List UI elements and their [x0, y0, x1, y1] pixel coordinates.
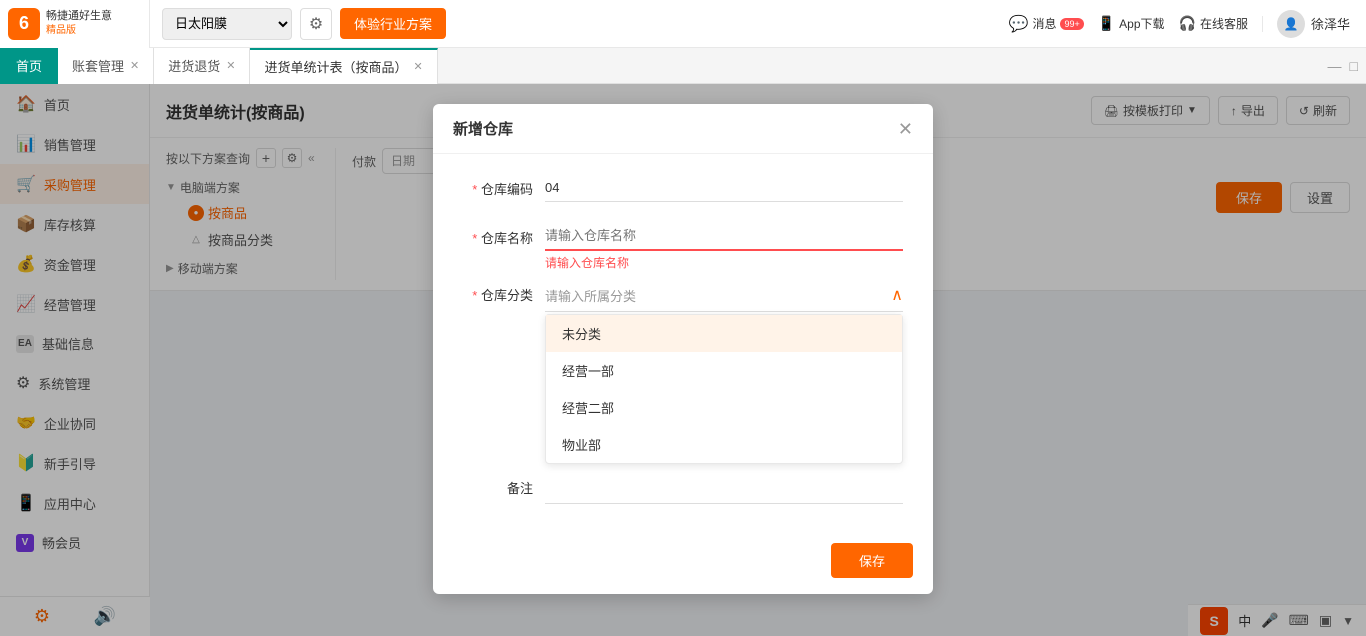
form-row-name: * 仓库名称 请输入仓库名称 [463, 222, 903, 271]
modal-footer: 保存 [433, 533, 933, 594]
logo-text: 畅捷通好生意 精品版 [46, 9, 112, 38]
chevron-up-icon: ∧ [891, 285, 903, 305]
notification-badge: 99+ [1060, 18, 1083, 30]
code-input[interactable] [545, 174, 903, 202]
tab-purchase-return-close[interactable]: ✕ [226, 59, 235, 72]
tab-purchase-return[interactable]: 进货退货 ✕ [154, 48, 250, 84]
notification-label: 消息 [1032, 15, 1056, 32]
dropdown-item-dept1[interactable]: 经营一部 [546, 352, 902, 389]
note-textarea[interactable] [545, 472, 903, 504]
tab-accounts[interactable]: 账套管理 ✕ [58, 48, 154, 84]
home-tab-label: 首页 [16, 56, 42, 75]
user-area[interactable]: 👤 徐泽华 [1277, 10, 1350, 38]
avatar: 👤 [1277, 10, 1305, 38]
modal: 新增仓库 ✕ * 仓库编码 * 仓库名称 [433, 104, 933, 594]
code-label: * 仓库编码 [463, 179, 533, 198]
headset-icon: 🎧 [1179, 15, 1196, 32]
tab-bar-right-actions: — □ [1320, 58, 1366, 74]
tab-home[interactable]: 首页 [0, 48, 58, 84]
dropdown-item-property[interactable]: 物业部 [546, 426, 902, 463]
category-select-wrapper[interactable]: 请输入所属分类 ∧ [545, 279, 903, 312]
tab-purchase-stats[interactable]: 进货单统计表（按商品） ✕ [250, 48, 437, 84]
modal-body: * 仓库编码 * 仓库名称 请输入仓库名称 [433, 154, 933, 533]
logo-area: 6 畅捷通好生意 精品版 [0, 0, 150, 48]
phone-icon: 📱 [1098, 15, 1115, 32]
tab-bar: 首页 账套管理 ✕ 进货退货 ✕ 进货单统计表（按商品） ✕ — □ [0, 48, 1366, 84]
modal-title: 新增仓库 [453, 118, 513, 139]
modal-overlay: 新增仓库 ✕ * 仓库编码 * 仓库名称 [0, 84, 1366, 636]
maximize-icon[interactable]: □ [1350, 58, 1358, 74]
form-row-code: * 仓库编码 [463, 174, 903, 202]
app-download-area[interactable]: 📱 App下载 [1098, 15, 1165, 32]
app-download-label: App下载 [1119, 15, 1164, 32]
username-label: 徐泽华 [1311, 14, 1350, 33]
name-input[interactable] [545, 222, 903, 251]
modal-close-btn[interactable]: ✕ [898, 120, 913, 138]
category-label: * 仓库分类 [463, 279, 533, 304]
notification-area[interactable]: 💬 消息 99+ [1009, 14, 1084, 34]
online-service-area[interactable]: 🎧 在线客服 [1179, 15, 1248, 32]
online-service-label: 在线客服 [1200, 15, 1248, 32]
name-label: * 仓库名称 [463, 222, 533, 247]
tab-purchase-return-label: 进货退货 [168, 56, 220, 75]
name-error-msg: 请输入仓库名称 [545, 254, 903, 271]
dropdown-item-dept2[interactable]: 经营二部 [546, 389, 902, 426]
category-dropdown: 未分类 经营一部 经营二部 物业部 [545, 314, 903, 464]
logo-icon: 6 [8, 8, 40, 40]
top-header: 6 畅捷通好生意 精品版 日太阳膜 ⚙ 体验行业方案 💬 消息 99+ 📱 Ap… [0, 0, 1366, 48]
dropdown-item-unclassified[interactable]: 未分类 [546, 315, 902, 352]
save-button[interactable]: 保存 [831, 543, 913, 578]
tab-purchase-stats-label: 进货单统计表（按商品） [264, 57, 407, 76]
tab-purchase-stats-close[interactable]: ✕ [414, 60, 423, 73]
gear-button[interactable]: ⚙ [300, 8, 332, 40]
note-label: 备注 [463, 472, 533, 497]
tab-accounts-close[interactable]: ✕ [130, 59, 139, 72]
tab-accounts-label: 账套管理 [72, 56, 124, 75]
experience-btn[interactable]: 体验行业方案 [340, 8, 446, 39]
modal-header: 新增仓库 ✕ [433, 104, 933, 154]
search-select[interactable]: 日太阳膜 [162, 8, 292, 40]
form-row-category: * 仓库分类 请输入所属分类 ∧ 未分类 经营一部 经营二部 物业部 [463, 279, 903, 464]
minimize-icon[interactable]: — [1328, 58, 1342, 74]
form-row-note: 备注 [463, 472, 903, 507]
notification-icon: 💬 [1009, 14, 1029, 34]
